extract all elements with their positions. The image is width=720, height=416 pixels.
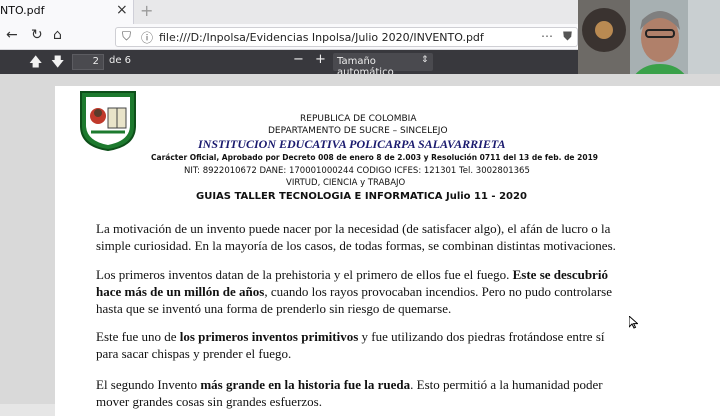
header-nit: NIT: 8922010672 DANE: 170001000244 CODIG… — [184, 166, 530, 176]
reload-icon[interactable]: ↻ — [31, 27, 43, 43]
institution-name: INSTITUCION EDUCATIVA POLICARPA SALAVARR… — [198, 137, 506, 151]
paragraph-text: mover grandes cosas sin grandes esfuerzo… — [96, 394, 322, 409]
paragraph-text: . Esto permitió a la humanidad poder — [410, 377, 603, 392]
pocket-icon[interactable]: ⛊ — [563, 29, 572, 44]
home-icon[interactable]: ⌂ — [53, 27, 62, 43]
paragraph-text: hasta que se inventó una forma de prende… — [96, 301, 452, 316]
guide-title: GUIAS TALLER TECNOLOGIA E INFORMATICA Ju… — [196, 191, 527, 202]
paragraph-primitive-inventions: Este fue uno de los primeros inventos pr… — [96, 328, 616, 362]
url-text[interactable]: file:///D:/Inpolsa/Evidencias Inpolsa/Ju… — [159, 31, 484, 44]
paragraph-text: y fue utilizando dos piedras frotándose … — [358, 329, 605, 344]
paragraph-text: , cuando los rayos provocaban incendios.… — [264, 284, 612, 299]
paragraph-text: Los primeros inventos datan de la prehis… — [96, 267, 513, 282]
bold-text: más grande en la historia fue la rueda — [200, 377, 411, 392]
header-country: REPUBLICA DE COLOMBIA — [300, 114, 417, 124]
paragraph-text: El segundo Invento — [96, 377, 201, 392]
chevron-updown-icon: ⇕ — [421, 55, 429, 65]
tab-title: NTO.pdf — [0, 4, 45, 17]
page-info-icon[interactable]: ⓘ — [141, 29, 153, 46]
previous-page-icon[interactable]: 🡅 — [29, 53, 42, 75]
header-decree: Carácter Oficial, Aprobado por Decreto 0… — [151, 153, 599, 162]
paragraph-motivation: La motivación de un invento puede nacer … — [96, 220, 616, 254]
close-tab-icon[interactable]: × — [116, 2, 128, 18]
page-number-input[interactable]: 2 — [72, 54, 104, 70]
zoom-select[interactable]: Tamaño automático ⇕ — [333, 53, 433, 78]
header-department: DEPARTAMENTO DE SUCRE – SINCELEJO — [268, 126, 448, 136]
zoom-in-button[interactable]: + — [315, 52, 326, 67]
tab-invento-pdf[interactable]: NTO.pdf × — [0, 0, 134, 24]
page-count: de 6 — [109, 55, 132, 66]
paragraph-wheel: El segundo Invento más grande en la hist… — [96, 376, 616, 410]
tab-strip: NTO.pdf × + — [0, 0, 578, 24]
header-motto: VIRTUD, CIENCIA y TRABAJO — [286, 178, 406, 188]
paragraph-first-inventions: Los primeros inventos datan de la prehis… — [96, 266, 616, 317]
new-tab-button[interactable]: + — [140, 1, 153, 20]
bold-text: hace más de un millón de años — [96, 284, 265, 299]
pdf-toolbar: 🡅 🡇 2 de 6 − + Tamaño automático ⇕ — [0, 50, 578, 78]
back-arrow-icon[interactable]: ← — [6, 27, 18, 43]
shield-icon[interactable]: ⛉ — [122, 29, 131, 44]
url-bar[interactable]: ⛉ ⓘ file:///D:/Inpolsa/Evidencias Inpols… — [115, 27, 578, 47]
paragraph-line: simple curiosidad. En la mayoría de los … — [96, 238, 616, 253]
bold-text: Este se descubrió — [512, 267, 608, 282]
school-logo-icon — [80, 91, 136, 152]
paragraph-line: La motivación de un invento puede nacer … — [96, 221, 611, 236]
next-page-icon[interactable]: 🡇 — [51, 53, 64, 75]
bold-text: los primeros inventos primitivos — [179, 329, 359, 344]
page-actions-icon[interactable]: ⋯ — [541, 29, 553, 43]
navigation-bar: ← ↻ ⌂ ⛉ ⓘ file:///D:/Inpolsa/Evidencias … — [0, 24, 578, 50]
zoom-out-button[interactable]: − — [293, 52, 304, 67]
mouse-cursor-icon — [629, 316, 638, 329]
paragraph-text: para sacar chispas y prender el fuego. — [96, 346, 292, 361]
paragraph-text: Este fue uno de — [96, 329, 180, 344]
